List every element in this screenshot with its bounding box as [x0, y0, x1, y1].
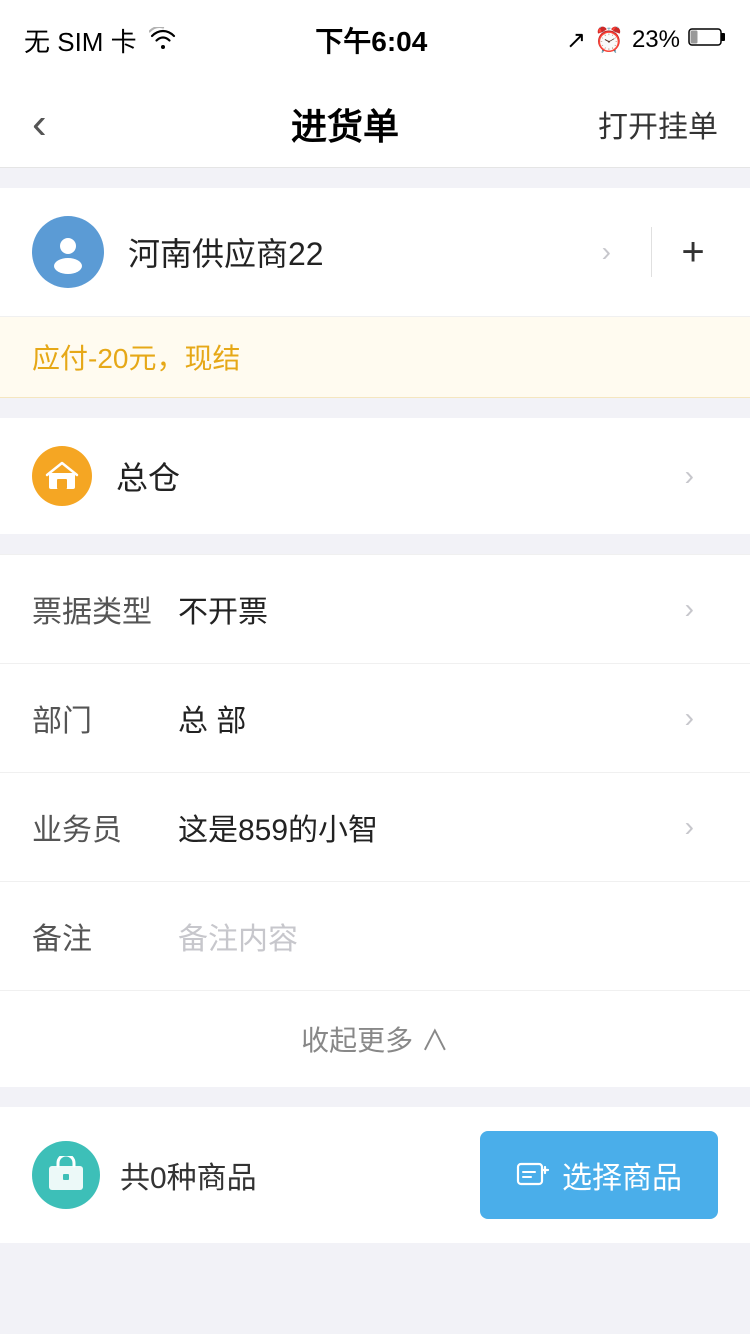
department-chevron-icon: ›: [685, 702, 694, 734]
supplier-row[interactable]: 河南供应商22 › +: [0, 188, 750, 317]
form-row-department[interactable]: 部门 总 部 ›: [0, 663, 750, 772]
warehouse-chevron-icon: ›: [685, 460, 694, 492]
location-icon: ↗: [566, 26, 586, 55]
gap-2: [0, 398, 750, 418]
supplier-name: 河南供应商22: [128, 229, 602, 275]
select-product-button[interactable]: 选择商品: [480, 1131, 718, 1219]
add-supplier-button[interactable]: +: [668, 230, 718, 275]
form-section: 票据类型 不开票 › 部门 总 部 › 业务员 这是859的小智 › 备注 备注…: [0, 554, 750, 1087]
form-row-remark[interactable]: 备注 备注内容: [0, 881, 750, 990]
warehouse-name: 总仓: [116, 453, 685, 499]
status-right: ↗ ⏰ 23%: [566, 26, 726, 55]
select-product-label: 选择商品: [562, 1153, 682, 1197]
gap-1: [0, 168, 750, 188]
invoice-value: 不开票: [162, 587, 685, 631]
wifi-icon: [149, 25, 177, 56]
status-time: 下午6:04: [315, 20, 427, 60]
notice-bar: 应付-20元，现结: [0, 317, 750, 398]
warehouse-row[interactable]: 总仓 ›: [0, 418, 750, 534]
open-pending-button[interactable]: 打开挂单: [598, 102, 718, 146]
salesperson-value: 这是859的小智: [162, 805, 685, 849]
invoice-chevron-icon: ›: [685, 593, 694, 625]
supplier-chevron-icon: ›: [602, 236, 611, 268]
no-sim-text: 无 SIM 卡: [24, 22, 137, 59]
supplier-section: 河南供应商22 › + 应付-20元，现结: [0, 188, 750, 398]
supplier-avatar: [32, 216, 104, 288]
remark-input[interactable]: 备注内容: [162, 914, 718, 958]
invoice-label: 票据类型: [32, 587, 162, 631]
status-bar: 无 SIM 卡 下午6:04 ↗ ⏰ 23%: [0, 0, 750, 80]
status-left: 无 SIM 卡: [24, 22, 177, 59]
warehouse-icon: [32, 446, 92, 506]
bottom-bar: 共0种商品 选择商品: [0, 1107, 750, 1243]
form-row-salesperson[interactable]: 业务员 这是859的小智 ›: [0, 772, 750, 881]
collapse-button[interactable]: 收起更多 ∧: [0, 990, 750, 1087]
salesperson-label: 业务员: [32, 805, 162, 849]
department-label: 部门: [32, 696, 162, 740]
gap-3: [0, 534, 750, 554]
form-row-invoice[interactable]: 票据类型 不开票 ›: [0, 554, 750, 663]
product-icon: [32, 1141, 100, 1209]
product-count: 共0种商品: [120, 1153, 480, 1197]
remark-label: 备注: [32, 914, 162, 958]
page-title: 进货单: [291, 98, 399, 150]
department-value: 总 部: [162, 696, 685, 740]
warehouse-section[interactable]: 总仓 ›: [0, 418, 750, 534]
battery-icon: [688, 26, 726, 54]
back-button[interactable]: ‹: [32, 99, 92, 149]
battery-text: 23%: [632, 26, 680, 54]
salesperson-chevron-icon: ›: [685, 811, 694, 843]
nav-bar: ‹ 进货单 打开挂单: [0, 80, 750, 168]
divider: [651, 227, 652, 277]
alarm-icon: ⏰: [594, 26, 624, 55]
